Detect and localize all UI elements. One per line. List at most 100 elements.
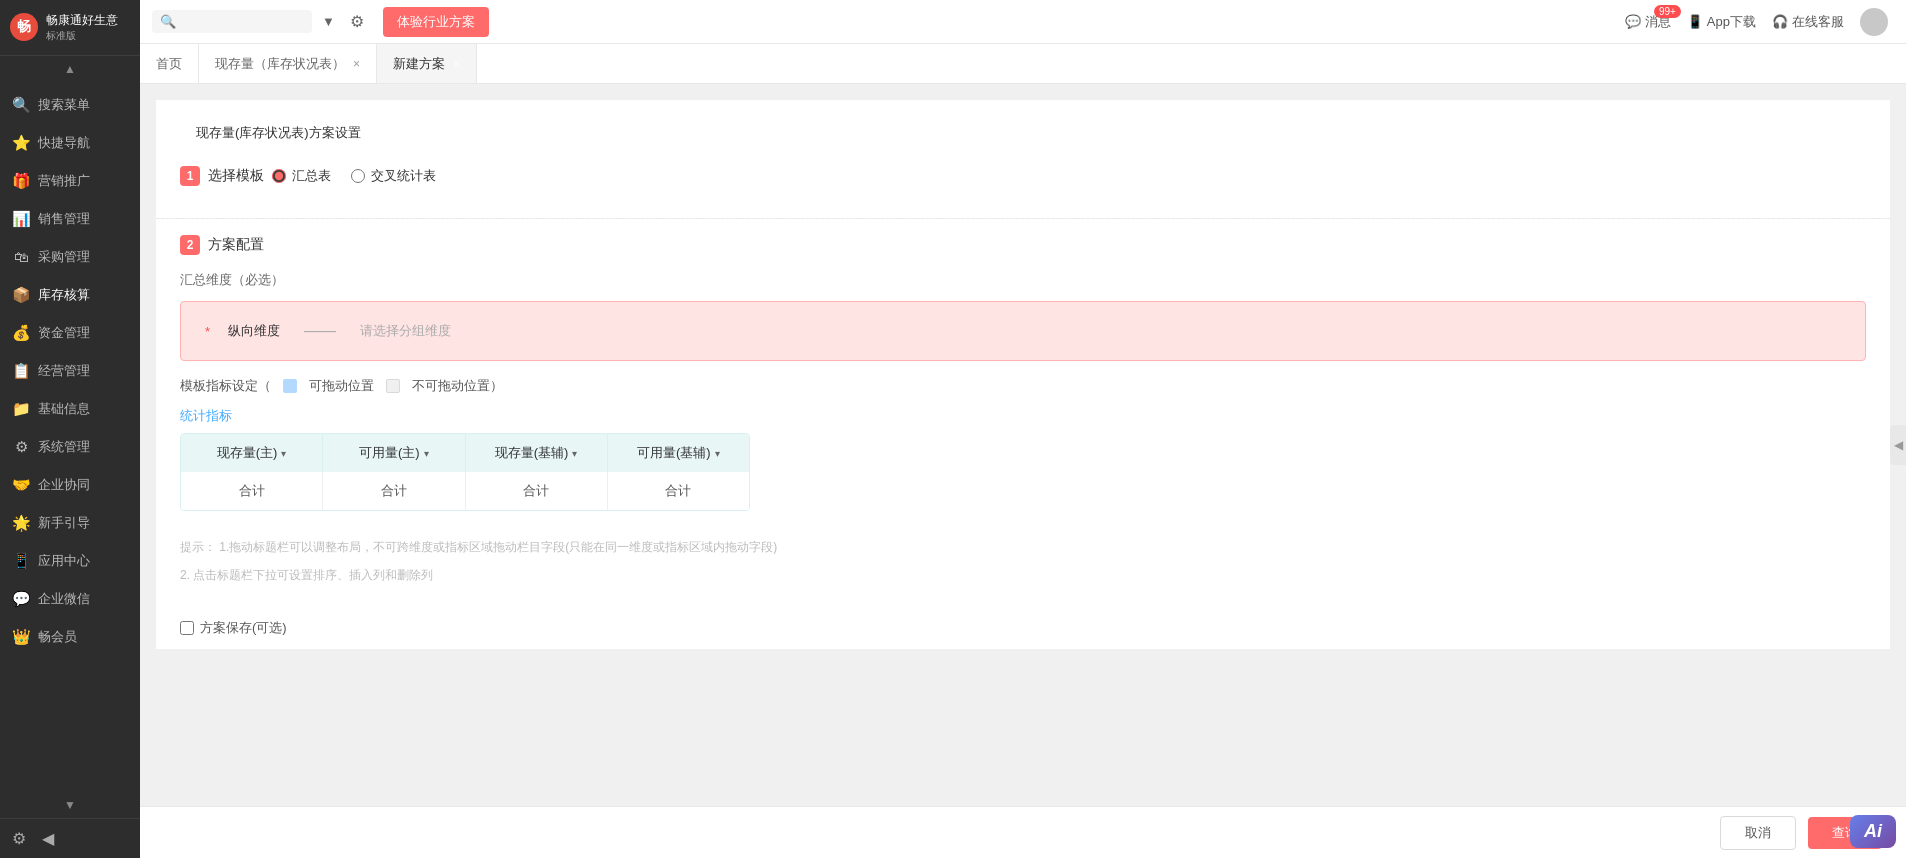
topbar-gear-icon[interactable]: ⚙: [343, 8, 371, 36]
tab-new-scheme[interactable]: 新建方案 ×: [377, 44, 477, 83]
footer-settings-icon[interactable]: ⚙: [12, 829, 26, 848]
main-area: 🔍 ▼ ⚙ 体验行业方案 💬 消息 99+ 📱 App下载 🎧 在线客服: [140, 0, 1906, 858]
cancel-button[interactable]: 取消: [1720, 816, 1796, 850]
tips-area: 提示： 1.拖动标题栏可以调整布局，不可跨维度或指标区域拖动栏目字段(只能在同一…: [180, 535, 1866, 587]
app-label: App下载: [1707, 13, 1756, 31]
stats-col-2[interactable]: 现存量(基辅) ▾: [466, 434, 608, 472]
user-avatar-area[interactable]: [1860, 8, 1894, 36]
radio-summary-input[interactable]: [272, 169, 286, 183]
unmovable-label: 不可拖动位置）: [412, 377, 503, 395]
online-service-button[interactable]: 🎧 在线客服: [1772, 13, 1844, 31]
trial-industry-button[interactable]: 体验行业方案: [383, 7, 489, 37]
message-icon: 💬: [1625, 14, 1641, 29]
sidebar-item-quick-nav[interactable]: ⭐ 快捷导航: [0, 124, 140, 162]
radio-cross-input[interactable]: [351, 169, 365, 183]
member-icon: 👑: [12, 628, 30, 646]
system-icon: ⚙: [12, 438, 30, 456]
sidebar-logo: 畅 畅康通好生意 标准版: [0, 0, 140, 56]
sidebar-item-label: 资金管理: [38, 324, 90, 342]
required-star: *: [205, 324, 210, 339]
sidebar-item-purchase[interactable]: 🛍 采购管理: [0, 238, 140, 276]
template-radio-group: 汇总表 交叉统计表: [272, 167, 436, 185]
tab-home[interactable]: 首页: [140, 44, 199, 83]
section2-title: 方案配置: [208, 236, 264, 254]
dimension-selection-area[interactable]: * 纵向维度 —— 请选择分组维度: [180, 301, 1866, 361]
message-badge: 99+: [1654, 5, 1681, 18]
stats-col-0[interactable]: 现存量(主) ▾: [181, 434, 323, 472]
stats-col-2-label: 现存量(基辅): [495, 444, 569, 462]
save-label: 方案保存(可选): [200, 619, 287, 637]
cooperation-icon: 🤝: [12, 476, 30, 494]
sidebar-item-operations[interactable]: 📋 经营管理: [0, 352, 140, 390]
sidebar-item-marketing[interactable]: 🎁 营销推广: [0, 162, 140, 200]
sidebar-item-basic-info[interactable]: 📁 基础信息: [0, 390, 140, 428]
indicator-setting-row: 模板指标设定（ 可拖动位置 不可拖动位置）: [180, 377, 1866, 395]
right-collapse-button[interactable]: ◀: [1890, 425, 1906, 465]
stats-table: 现存量(主) ▾ 可用量(主) ▾ 现存量(基辅) ▾ 可用量(基辅) ▾: [180, 433, 750, 511]
footer-bar: 取消 查询: [140, 806, 1906, 858]
stats-col-3-chevron[interactable]: ▾: [715, 448, 720, 459]
logo-icon: 畅: [10, 13, 38, 41]
basic-info-icon: 📁: [12, 400, 30, 418]
ai-badge[interactable]: Ai: [1850, 815, 1896, 848]
user-avatar: [1860, 8, 1888, 36]
sidebar-item-label: 新手引导: [38, 514, 90, 532]
vertical-dimension-label: 纵向维度: [228, 322, 280, 340]
search-input[interactable]: [180, 15, 304, 29]
sidebar-item-inventory[interactable]: 📦 库存核算: [0, 276, 140, 314]
sidebar-item-label: 系统管理: [38, 438, 90, 456]
sidebar-item-cooperation[interactable]: 🤝 企业协同: [0, 466, 140, 504]
sidebar-scroll-up[interactable]: ▲: [0, 56, 140, 82]
stats-col-1[interactable]: 可用量(主) ▾: [323, 434, 465, 472]
scroll-up-arrow[interactable]: ▲: [62, 60, 78, 78]
save-checkbox-input[interactable]: [180, 621, 194, 635]
sidebar-item-label: 库存核算: [38, 286, 90, 304]
dimension-dash: ——: [304, 322, 336, 340]
tip-2: 2. 点击标题栏下拉可设置排序、插入列和删除列: [180, 563, 1866, 587]
topbar: 🔍 ▼ ⚙ 体验行业方案 💬 消息 99+ 📱 App下载 🎧 在线客服: [140, 0, 1906, 44]
sidebar-item-label: 畅会员: [38, 628, 77, 646]
sidebar-item-label: 企业微信: [38, 590, 90, 608]
stats-table-body: 合计 合计 合计 合计: [181, 472, 749, 510]
logo-text: 畅康通好生意 标准版: [46, 12, 118, 43]
logo-version: 标准版: [46, 29, 118, 43]
stats-col-1-label: 可用量(主): [359, 444, 420, 462]
radio-summary-label: 汇总表: [292, 167, 331, 185]
sidebar-item-system[interactable]: ⚙ 系统管理: [0, 428, 140, 466]
inventory-icon: 📦: [12, 286, 30, 304]
sidebar-item-app-center[interactable]: 📱 应用中心: [0, 542, 140, 580]
stats-col-1-chevron[interactable]: ▾: [424, 448, 429, 459]
sidebar-scroll-down[interactable]: ▼: [0, 792, 140, 818]
sidebar-item-enterprise-wechat[interactable]: 💬 企业微信: [0, 580, 140, 618]
app-center-icon: 📱: [12, 552, 30, 570]
step2-badge: 2: [180, 235, 200, 255]
search-box[interactable]: 🔍: [152, 10, 312, 33]
search-menu-icon: 🔍: [12, 96, 30, 114]
footer-collapse-icon[interactable]: ◀: [42, 829, 54, 848]
radio-cross[interactable]: 交叉统计表: [351, 167, 436, 185]
stats-col-3[interactable]: 可用量(基辅) ▾: [608, 434, 749, 472]
tab-inventory-close-icon[interactable]: ×: [353, 57, 360, 71]
topbar-dropdown-icon[interactable]: ▼: [322, 14, 335, 29]
right-collapse-icon: ◀: [1894, 438, 1903, 452]
stats-col-0-chevron[interactable]: ▾: [281, 448, 286, 459]
marketing-icon: 🎁: [12, 172, 30, 190]
stats-col-2-chevron[interactable]: ▾: [572, 448, 577, 459]
sidebar-item-member[interactable]: 👑 畅会员: [0, 618, 140, 656]
topbar-right: 💬 消息 99+ 📱 App下载 🎧 在线客服: [1625, 8, 1894, 36]
sidebar-item-search-menu[interactable]: 🔍 搜索菜单: [0, 86, 140, 124]
tab-inventory-status[interactable]: 现存量（库存状况表） ×: [199, 44, 377, 83]
save-checkbox-label[interactable]: 方案保存(可选): [180, 619, 287, 637]
sidebar-item-new-guide[interactable]: 🌟 新手引导: [0, 504, 140, 542]
tab-bar: 首页 现存量（库存状况表） × 新建方案 ×: [140, 44, 1906, 84]
sidebar-item-sales[interactable]: 📊 销售管理: [0, 200, 140, 238]
message-button[interactable]: 💬 消息 99+: [1625, 13, 1671, 31]
tab-new-close-icon[interactable]: ×: [453, 57, 460, 71]
tab-home-label: 首页: [156, 55, 182, 73]
radio-summary[interactable]: 汇总表: [272, 167, 331, 185]
unmovable-dot-icon: [386, 379, 400, 393]
app-download-button[interactable]: 📱 App下载: [1687, 13, 1756, 31]
scroll-down-arrow[interactable]: ▼: [62, 796, 78, 814]
dimension-required-label: 汇总维度（必选）: [180, 271, 1866, 289]
sidebar-item-finance[interactable]: 💰 资金管理: [0, 314, 140, 352]
